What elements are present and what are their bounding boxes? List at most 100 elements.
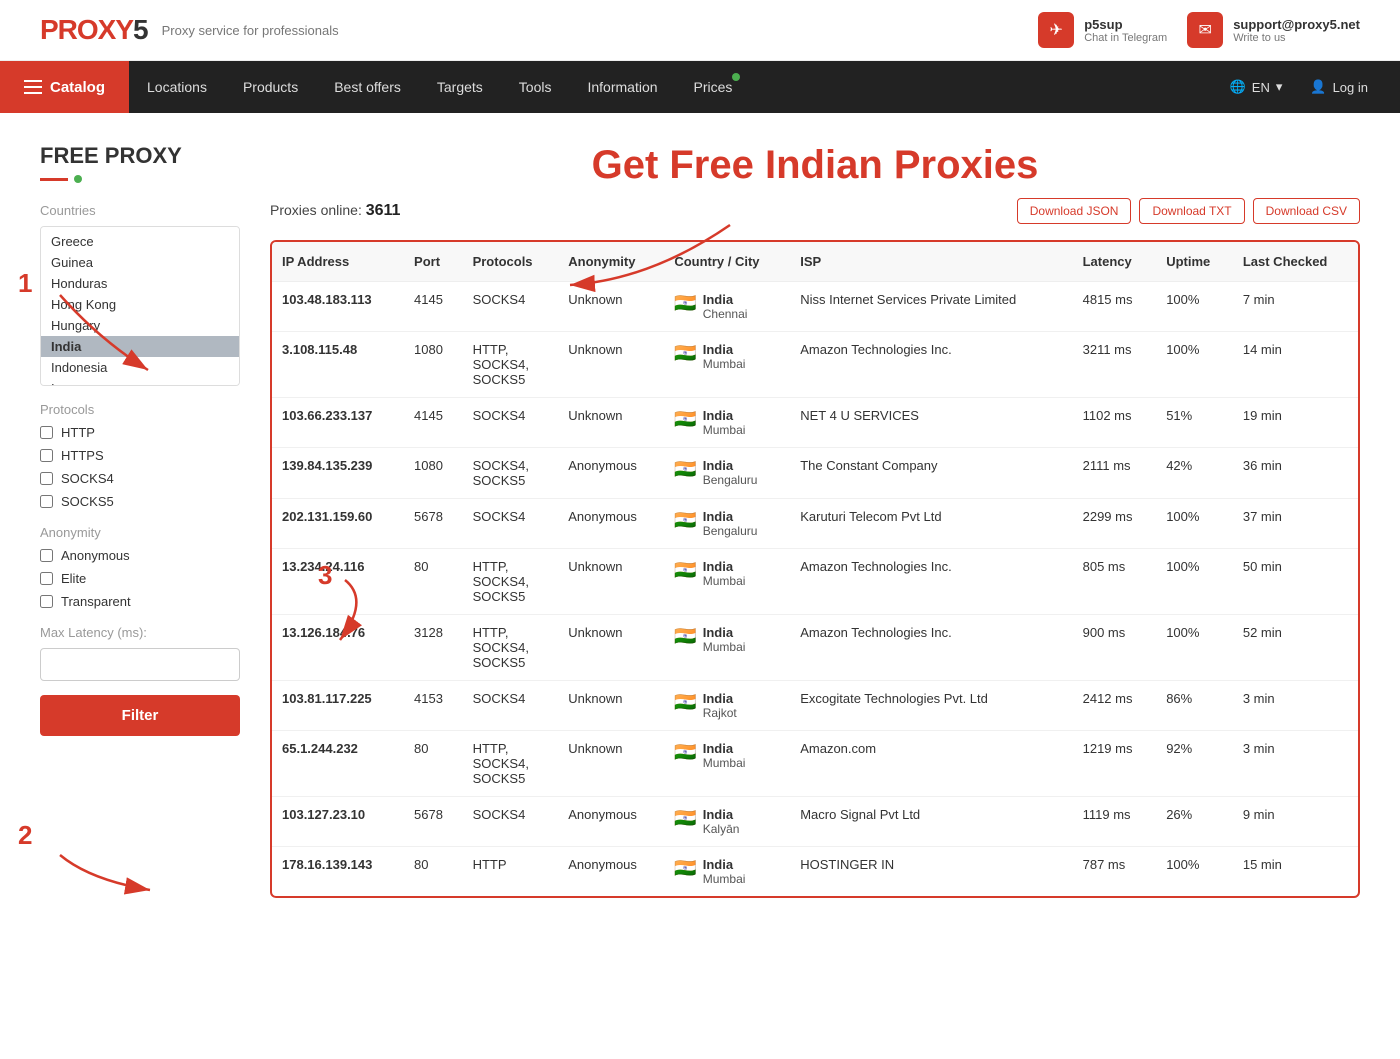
table-row[interactable]: 103.48.183.1134145SOCKS4Unknown 🇮🇳 India… — [272, 282, 1358, 332]
cell-isp: Amazon Technologies Inc. — [790, 549, 1072, 615]
cell-country: 🇮🇳 India Mumbai — [664, 332, 790, 398]
table-row[interactable]: 13.126.184.763128HTTP, SOCKS4, SOCKS5Unk… — [272, 615, 1358, 681]
protocol-http-checkbox[interactable] — [40, 426, 53, 439]
download-json-button[interactable]: Download JSON — [1017, 198, 1132, 224]
anon-elite-checkbox[interactable] — [40, 572, 53, 585]
cell-country: 🇮🇳 India Mumbai — [664, 847, 790, 897]
cell-latency: 1102 ms — [1073, 398, 1157, 448]
language-selector[interactable]: 🌐 EN ▾ — [1218, 73, 1295, 101]
download-csv-button[interactable]: Download CSV — [1253, 198, 1360, 224]
table-row[interactable]: 103.81.117.2254153SOCKS4Unknown 🇮🇳 India… — [272, 681, 1358, 731]
nav-prices[interactable]: Prices — [676, 61, 751, 113]
country-greece[interactable]: Greece — [41, 231, 239, 252]
cell-latency: 805 ms — [1073, 549, 1157, 615]
cell-port: 1080 — [404, 448, 463, 499]
country-iran[interactable]: Iran — [41, 378, 239, 386]
cell-protocols: HTTP, SOCKS4, SOCKS5 — [463, 615, 559, 681]
cell-latency: 2299 ms — [1073, 499, 1157, 549]
table-row[interactable]: 103.66.233.1374145SOCKS4Unknown 🇮🇳 India… — [272, 398, 1358, 448]
table-row[interactable]: 13.234.24.11680HTTP, SOCKS4, SOCKS5Unkno… — [272, 549, 1358, 615]
col-uptime: Uptime — [1156, 242, 1233, 282]
anon-elite[interactable]: Elite — [40, 571, 240, 586]
table-row[interactable]: 178.16.139.14380HTTPAnonymous 🇮🇳 India M… — [272, 847, 1358, 897]
country-name: India — [703, 408, 746, 423]
login-button[interactable]: 👤 Log in — [1298, 73, 1380, 101]
table-row[interactable]: 103.127.23.105678SOCKS4Anonymous 🇮🇳 Indi… — [272, 797, 1358, 847]
download-buttons: Download JSON Download TXT Download CSV — [1017, 198, 1360, 224]
country-hungary[interactable]: Hungary — [41, 315, 239, 336]
country-name: India — [703, 559, 746, 574]
email-address: support@proxy5.net — [1233, 17, 1360, 32]
cell-port: 5678 — [404, 499, 463, 549]
country-india[interactable]: India — [41, 336, 239, 357]
city-name: Chennai — [703, 307, 748, 321]
country-guinea[interactable]: Guinea — [41, 252, 239, 273]
anonymity-group: Anonymous Elite Transparent — [40, 548, 240, 609]
cell-protocols: HTTP — [463, 847, 559, 897]
col-isp: ISP — [790, 242, 1072, 282]
nav-locations[interactable]: Locations — [129, 61, 225, 113]
cell-uptime: 92% — [1156, 731, 1233, 797]
country-honduras[interactable]: Honduras — [41, 273, 239, 294]
cell-country: 🇮🇳 India Kalyān — [664, 797, 790, 847]
country-name: India — [703, 625, 746, 640]
nav-information[interactable]: Information — [569, 61, 675, 113]
cell-protocols: SOCKS4, SOCKS5 — [463, 448, 559, 499]
cell-anonymity: Unknown — [558, 681, 664, 731]
cell-port: 4145 — [404, 398, 463, 448]
protocol-socks4-checkbox[interactable] — [40, 472, 53, 485]
cell-protocols: HTTP, SOCKS4, SOCKS5 — [463, 549, 559, 615]
table-row[interactable]: 139.84.135.2391080SOCKS4, SOCKS5Anonymou… — [272, 448, 1358, 499]
flag-icon: 🇮🇳 — [674, 743, 696, 761]
nav-best-offers[interactable]: Best offers — [316, 61, 419, 113]
protocol-socks4[interactable]: SOCKS4 — [40, 471, 240, 486]
cell-last-checked: 3 min — [1233, 731, 1358, 797]
catalog-button[interactable]: Catalog — [0, 61, 129, 113]
email-contact[interactable]: ✉ support@proxy5.net Write to us — [1187, 12, 1360, 48]
country-indonesia[interactable]: Indonesia — [41, 357, 239, 378]
cell-latency: 3211 ms — [1073, 332, 1157, 398]
anon-anonymous[interactable]: Anonymous — [40, 548, 240, 563]
prices-dot — [732, 73, 740, 81]
city-name: Mumbai — [703, 872, 746, 886]
nav-targets[interactable]: Targets — [419, 61, 501, 113]
anon-transparent[interactable]: Transparent — [40, 594, 240, 609]
cell-protocols: SOCKS4 — [463, 681, 559, 731]
anon-transparent-checkbox[interactable] — [40, 595, 53, 608]
cell-uptime: 26% — [1156, 797, 1233, 847]
cell-anonymity: Unknown — [558, 282, 664, 332]
table-row[interactable]: 3.108.115.481080HTTP, SOCKS4, SOCKS5Unkn… — [272, 332, 1358, 398]
cell-anonymity: Unknown — [558, 615, 664, 681]
protocol-http[interactable]: HTTP — [40, 425, 240, 440]
city-name: Mumbai — [703, 640, 746, 654]
telegram-contact[interactable]: ✈ p5sup Chat in Telegram — [1038, 12, 1167, 48]
protocol-socks5[interactable]: SOCKS5 — [40, 494, 240, 509]
country-name: India — [703, 458, 758, 473]
logo[interactable]: PROXY5 — [40, 14, 148, 46]
country-list[interactable]: Greece Guinea Honduras Hong Kong Hungary… — [40, 226, 240, 386]
download-txt-button[interactable]: Download TXT — [1139, 198, 1244, 224]
cell-isp: Amazon Technologies Inc. — [790, 615, 1072, 681]
table-row[interactable]: 65.1.244.23280HTTP, SOCKS4, SOCKS5Unknow… — [272, 731, 1358, 797]
nav-products[interactable]: Products — [225, 61, 316, 113]
protocol-https[interactable]: HTTPS — [40, 448, 240, 463]
cell-ip: 139.84.135.239 — [282, 458, 372, 473]
city-name: Mumbai — [703, 756, 746, 770]
proxies-online: Proxies online: 3611 — [270, 202, 400, 220]
latency-input[interactable] — [40, 648, 240, 681]
protocols-label: Protocols — [40, 402, 240, 417]
flag-icon: 🇮🇳 — [674, 294, 696, 312]
country-name: India — [703, 509, 758, 524]
contact-area: ✈ p5sup Chat in Telegram ✉ support@proxy… — [1038, 12, 1360, 48]
cell-ip: 65.1.244.232 — [282, 741, 358, 756]
nav-tools[interactable]: Tools — [501, 61, 570, 113]
protocol-socks5-checkbox[interactable] — [40, 495, 53, 508]
cell-anonymity: Unknown — [558, 549, 664, 615]
city-name: Rajkot — [703, 706, 737, 720]
cell-port: 4153 — [404, 681, 463, 731]
filter-button[interactable]: Filter — [40, 695, 240, 736]
country-hongkong[interactable]: Hong Kong — [41, 294, 239, 315]
table-row[interactable]: 202.131.159.605678SOCKS4Anonymous 🇮🇳 Ind… — [272, 499, 1358, 549]
protocol-https-checkbox[interactable] — [40, 449, 53, 462]
anon-anonymous-checkbox[interactable] — [40, 549, 53, 562]
